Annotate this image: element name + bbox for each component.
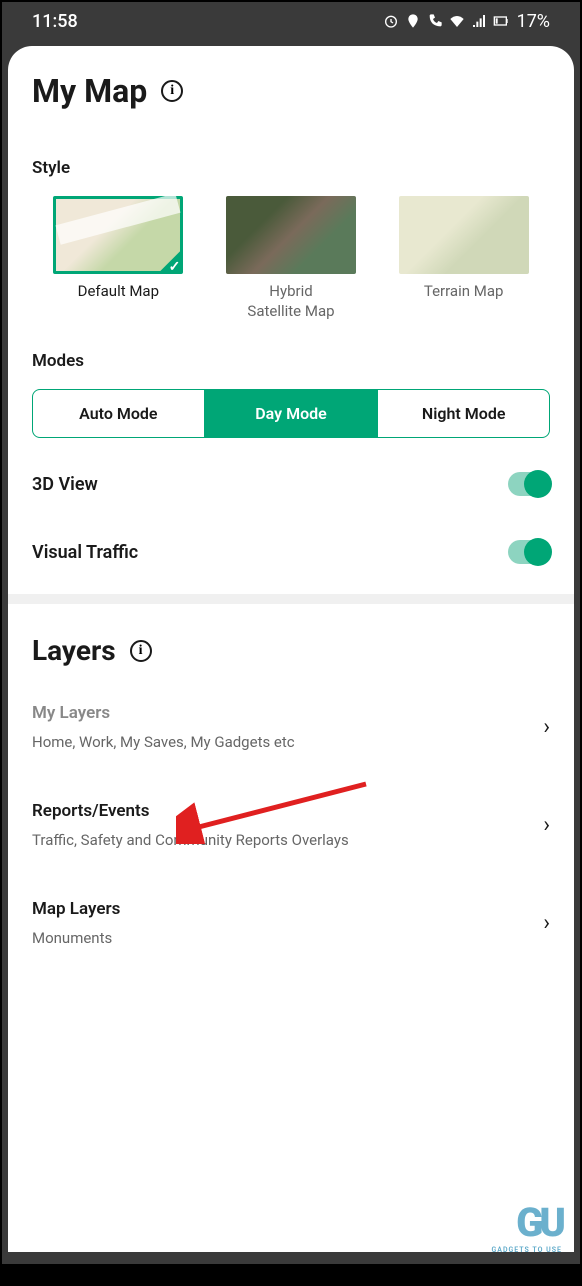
style-option-default[interactable]: Default Map (53, 196, 183, 321)
style-label-terrain: Terrain Map (424, 282, 504, 302)
style-thumb-terrain (399, 196, 529, 274)
style-option-hybrid[interactable]: HybridSatellite Map (226, 196, 356, 321)
status-right: 17% (383, 11, 550, 32)
modes-label: Modes (8, 351, 574, 371)
layer-title-maplayers: Map Layers (32, 899, 550, 919)
battery-icon (493, 13, 509, 29)
section-divider (8, 594, 574, 604)
toggle-traffic-row: Visual Traffic (8, 540, 574, 564)
style-label-default: Default Map (78, 282, 159, 302)
style-thumb-default (53, 196, 183, 274)
main-content: My Map i Style Default Map HybridSatelli… (8, 46, 574, 1252)
layers-title-row: Layers i (8, 634, 574, 667)
alarm-icon (383, 13, 399, 29)
mode-day[interactable]: Day Mode (205, 389, 378, 438)
style-options: Default Map HybridSatellite Map Terrain … (8, 196, 574, 321)
page-title-row: My Map i (8, 72, 574, 110)
style-label-hybrid: HybridSatellite Map (247, 282, 334, 321)
layer-sub-maplayers: Monuments (32, 929, 550, 947)
bottom-nav-bar (0, 1264, 582, 1286)
style-option-terrain[interactable]: Terrain Map (399, 196, 529, 321)
chevron-right-icon: › (543, 911, 550, 936)
info-icon[interactable]: i (161, 80, 183, 102)
style-label: Style (8, 158, 574, 178)
layer-item-maplayers[interactable]: Map Layers Monuments › (8, 899, 574, 947)
style-thumb-hybrid (226, 196, 356, 274)
status-time: 11:58 (32, 11, 78, 32)
checkmark-icon (158, 249, 182, 273)
layer-item-reports[interactable]: Reports/Events Traffic, Safety and Commu… (8, 801, 574, 849)
layers-title: Layers (32, 634, 116, 667)
layer-sub-mylayers: Home, Work, My Saves, My Gadgets etc (32, 733, 550, 751)
layer-sub-reports: Traffic, Safety and Community Reports Ov… (32, 831, 550, 849)
info-icon-layers[interactable]: i (130, 640, 152, 662)
chevron-right-icon: › (543, 813, 550, 838)
page-title: My Map (32, 72, 147, 110)
layer-title-mylayers: My Layers (32, 703, 550, 723)
layer-title-reports: Reports/Events (32, 801, 550, 821)
mode-night[interactable]: Night Mode (377, 389, 550, 438)
battery-percentage: 17% (517, 11, 550, 32)
watermark-logo: GU (516, 1199, 562, 1246)
toggle-3d[interactable] (508, 472, 550, 496)
modes-row: Auto Mode Day Mode Night Mode (8, 389, 574, 438)
status-bar: 11:58 17% (0, 0, 582, 42)
watermark-sub: GADGETS TO USE (492, 1246, 562, 1254)
toggle-3d-row: 3D View (8, 472, 574, 496)
toggle-3d-label: 3D View (32, 474, 98, 495)
layer-item-mylayers[interactable]: My Layers Home, Work, My Saves, My Gadge… (8, 703, 574, 751)
toggle-traffic-label: Visual Traffic (32, 542, 138, 563)
status-icons (383, 13, 509, 29)
location-icon (405, 13, 421, 29)
phone-icon (427, 13, 443, 29)
toggle-traffic[interactable] (508, 540, 550, 564)
wifi-icon (449, 13, 465, 29)
chevron-right-icon: › (543, 715, 550, 740)
mode-auto[interactable]: Auto Mode (32, 389, 205, 438)
signal-icon (471, 13, 487, 29)
